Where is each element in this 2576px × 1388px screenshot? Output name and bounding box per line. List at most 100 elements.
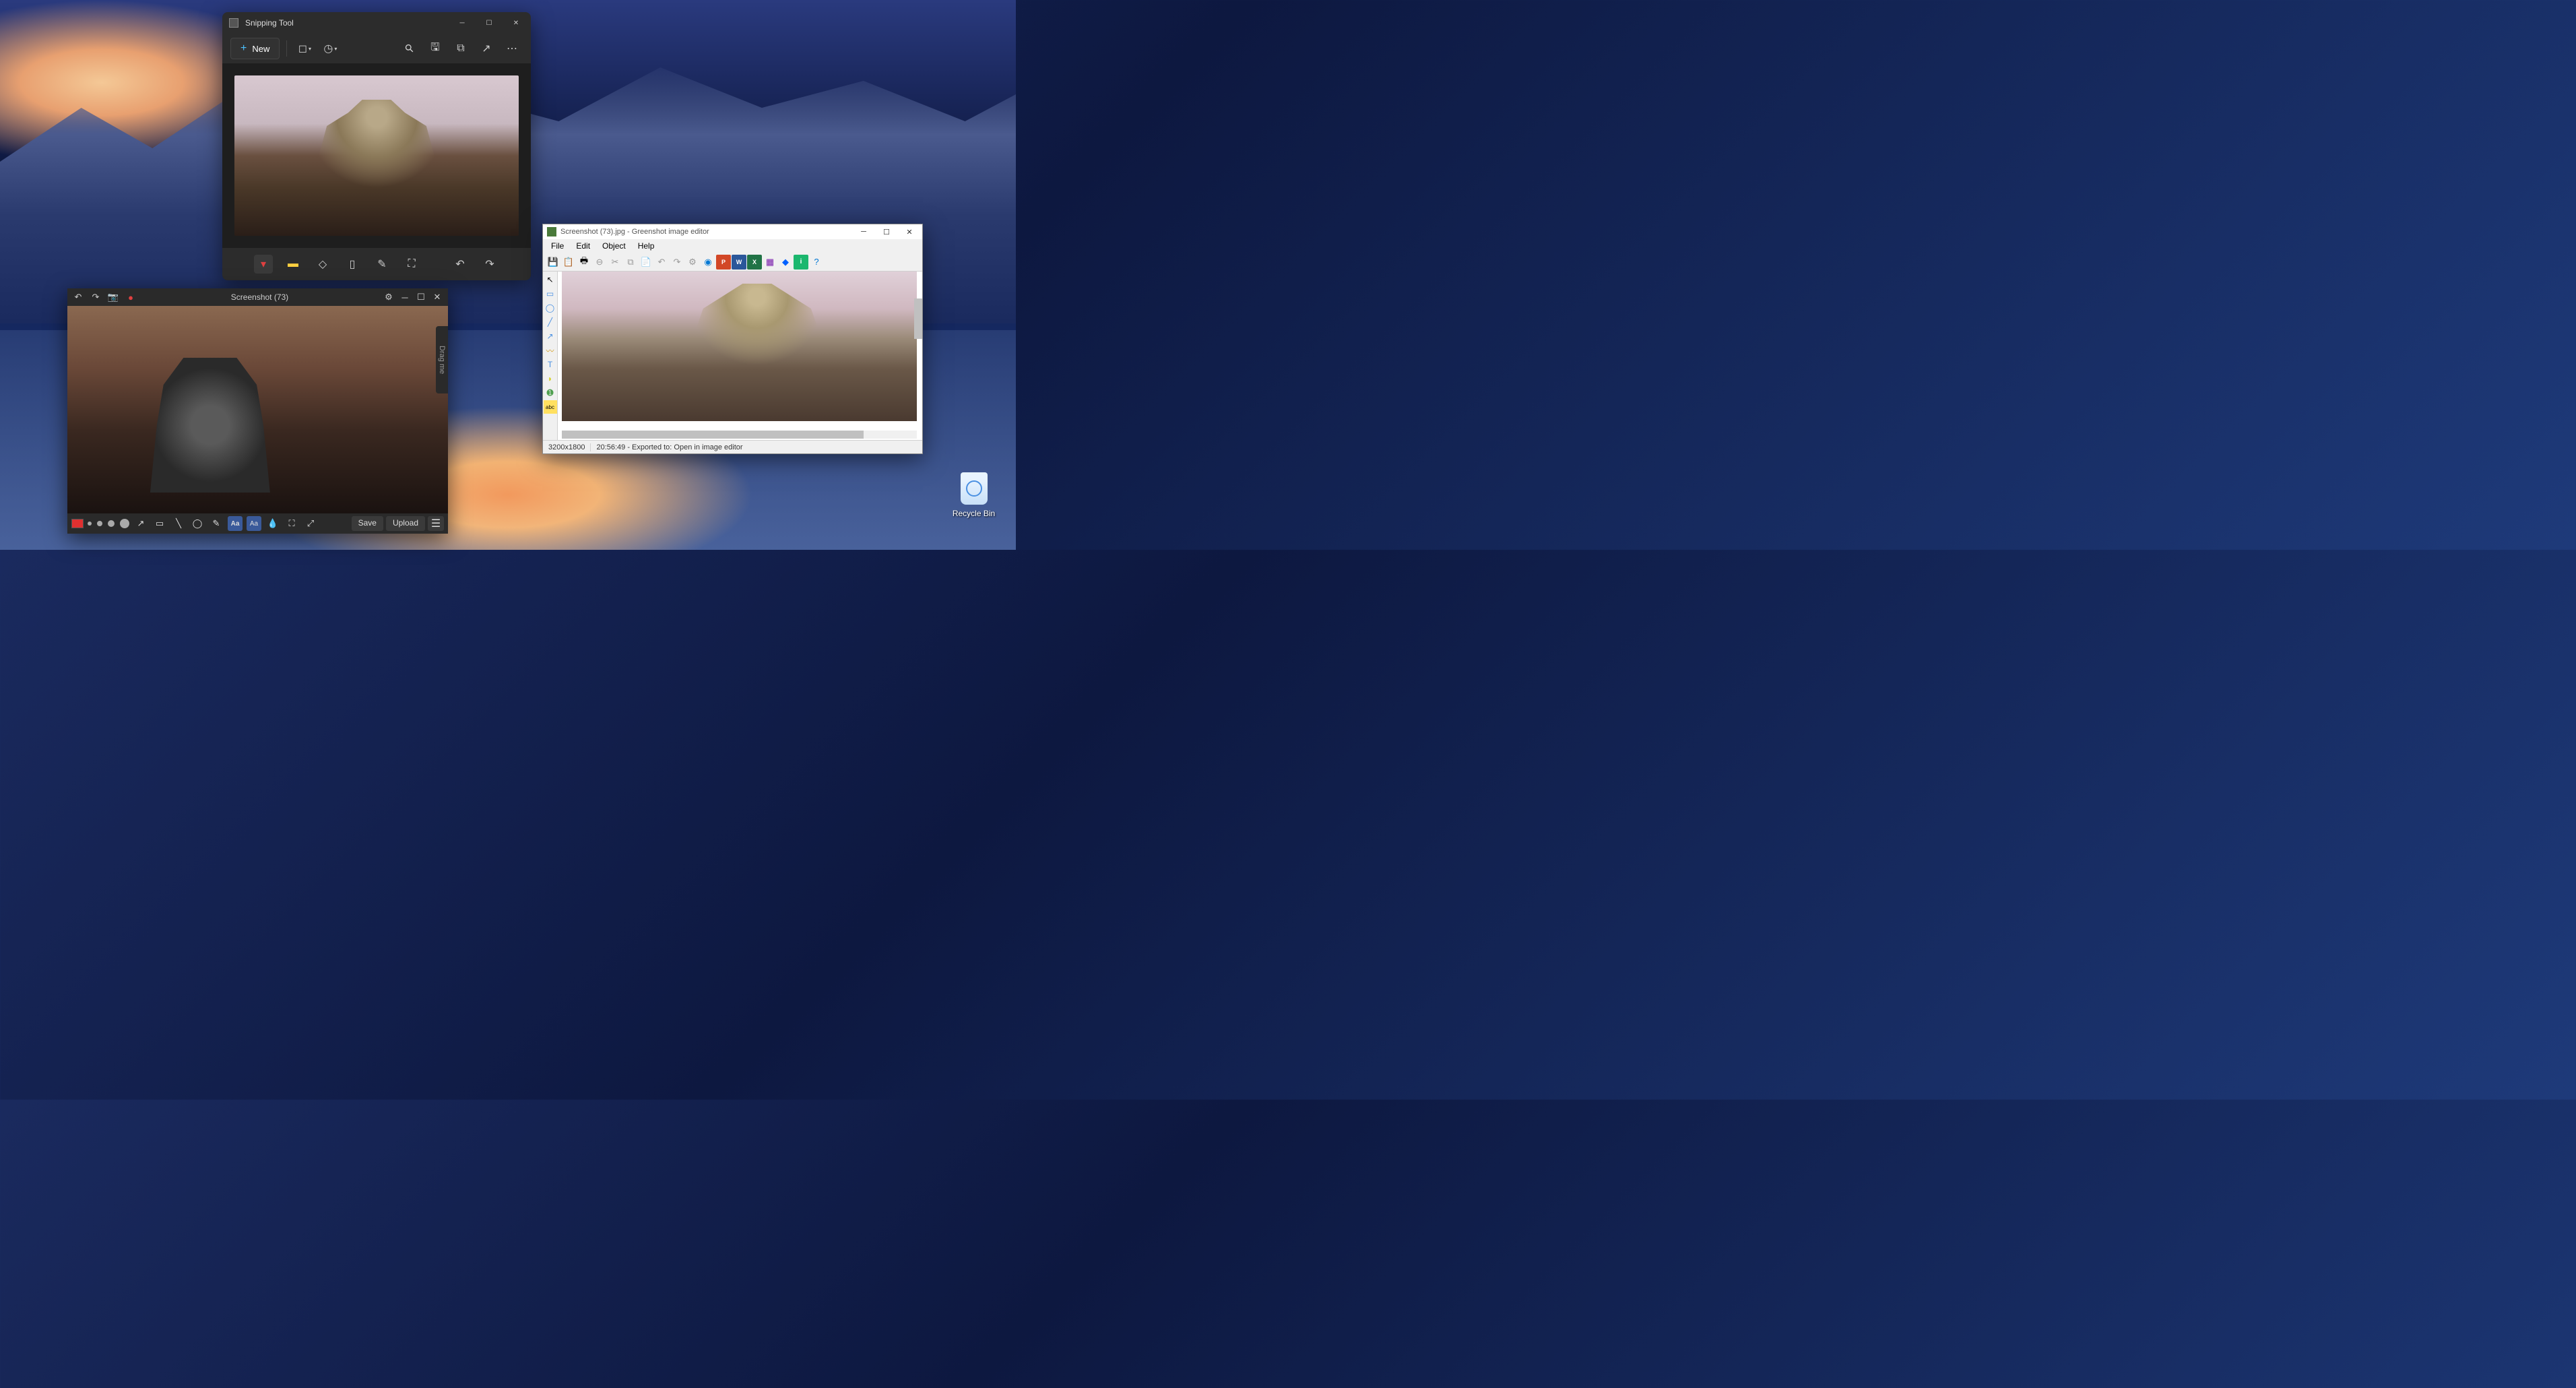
paste-icon[interactable]: 📄	[639, 255, 653, 270]
drag-handle[interactable]: Drag me	[436, 326, 448, 393]
crop-tool[interactable]: ⛶	[402, 255, 421, 274]
line-tool[interactable]: ╲	[171, 516, 186, 531]
upload-button[interactable]: Upload	[386, 516, 425, 531]
size-4[interactable]	[120, 519, 129, 528]
highlight-tool[interactable]: abc	[544, 400, 557, 414]
help-icon[interactable]: ?	[809, 255, 824, 270]
menu-object[interactable]: Object	[597, 240, 631, 252]
ellipse-tool[interactable]: ◯	[190, 516, 205, 531]
snipping-app-icon	[229, 18, 238, 28]
scrollbar-thumb[interactable]	[562, 431, 864, 439]
crop-tool[interactable]: ⛶	[284, 516, 299, 531]
undo-icon[interactable]: ↶	[654, 255, 669, 270]
save-icon[interactable]: 💾	[546, 255, 560, 270]
greenshot-app-icon	[547, 227, 556, 236]
minimize-button[interactable]: ─	[852, 225, 875, 239]
settings-icon[interactable]: ⚙	[685, 255, 700, 270]
onenote-icon[interactable]: ▦	[763, 255, 777, 270]
menu-button[interactable]: ☰	[428, 516, 444, 531]
sharex-bottom-toolbar: ↗ ▭ ╲ ◯ ✎ Aa Aa 💧 ⛶ ⤢ Save Upload ☰	[67, 513, 448, 534]
maximize-button[interactable]: ☐	[875, 225, 898, 239]
minimize-button[interactable]: ─	[397, 290, 413, 305]
save-button[interactable]: Save	[352, 516, 383, 531]
capture-button[interactable]: 📷	[105, 290, 121, 305]
zoom-button[interactable]	[399, 38, 420, 59]
greenshot-titlebar[interactable]: Screenshot (73).jpg - Greenshot image ed…	[543, 224, 922, 239]
close-button[interactable]: ✕	[503, 13, 529, 32]
resize-tool[interactable]: ⤢	[303, 516, 318, 531]
rect-tool[interactable]: ▭	[544, 287, 557, 301]
snipping-canvas[interactable]	[222, 63, 531, 248]
snipping-edit-toolbar: ▾ ▬ ◇ ▯ ✎ ⛶ ↶ ↷	[222, 248, 531, 280]
size-3[interactable]	[108, 520, 115, 527]
close-button[interactable]: ✕	[898, 225, 921, 239]
line-tool[interactable]: ╱	[544, 315, 557, 329]
ellipse-tool[interactable]: ◯	[544, 301, 557, 315]
text-tool[interactable]: T	[544, 358, 557, 371]
delay-button[interactable]: ◷▾	[319, 38, 341, 59]
redo-icon[interactable]: ↷	[670, 255, 684, 270]
close-button[interactable]: ✕	[429, 290, 445, 305]
menu-file[interactable]: File	[546, 240, 569, 252]
excel-icon[interactable]: X	[747, 255, 762, 270]
rect-tool[interactable]: ▭	[152, 516, 167, 531]
record-button[interactable]: ●	[123, 290, 139, 305]
counter-tool[interactable]: ➊	[544, 386, 557, 400]
settings-button[interactable]: ⚙	[381, 290, 397, 305]
cursor-tool[interactable]: ↖	[544, 273, 557, 286]
greenshot-title: Screenshot (73).jpg - Greenshot image ed…	[560, 228, 852, 236]
copy-button[interactable]: ⧉	[450, 38, 472, 59]
highlighter-tool[interactable]: ▬	[284, 255, 302, 274]
touch-tool[interactable]: ✎	[373, 255, 391, 274]
freehand-tool[interactable]: 〰	[544, 344, 557, 357]
word-icon[interactable]: W	[732, 255, 746, 270]
recycle-bin-icon	[961, 472, 988, 505]
pen-tool[interactable]: ▾	[254, 255, 273, 274]
undo-button[interactable]: ↶	[70, 290, 86, 305]
outlook-icon[interactable]: ◉	[701, 255, 715, 270]
dropbox-icon[interactable]: ◆	[778, 255, 793, 270]
snipping-tool-window: Snipping Tool ─ ☐ ✕ + New ◻▾ ◷▾ 🖫 ⧉ ↗ ⋯ …	[222, 12, 531, 280]
print-icon[interactable]: 🖶	[577, 255, 591, 270]
text-outline-tool[interactable]: Aa	[247, 516, 261, 531]
snipping-title: Snipping Tool	[245, 18, 449, 28]
sharex-titlebar[interactable]: ↶ ↷ 📷 ● Screenshot (73) ⚙ ─ ☐ ✕	[67, 288, 448, 306]
size-1[interactable]	[88, 522, 92, 526]
cut-icon[interactable]: ✂	[608, 255, 622, 270]
undo-button[interactable]: ↶	[451, 255, 470, 274]
color-swatch[interactable]	[71, 519, 84, 528]
speech-tool[interactable]: ◗	[544, 372, 557, 385]
greenshot-canvas[interactable]	[558, 272, 922, 440]
snip-mode-button[interactable]: ◻▾	[294, 38, 315, 59]
pencil-tool[interactable]: ✎	[209, 516, 224, 531]
maximize-button[interactable]: ☐	[413, 290, 429, 305]
arrow-tool[interactable]: ↗	[544, 329, 557, 343]
clipboard-icon[interactable]: 📋	[561, 255, 576, 270]
eraser-tool[interactable]: ◇	[313, 255, 332, 274]
snipping-titlebar[interactable]: Snipping Tool ─ ☐ ✕	[222, 12, 531, 34]
size-2[interactable]	[97, 521, 102, 526]
menu-edit[interactable]: Edit	[571, 240, 595, 252]
more-button[interactable]: ⋯	[501, 38, 523, 59]
screenshot-content	[562, 272, 917, 421]
delete-icon[interactable]: ⊖	[592, 255, 607, 270]
text-tool[interactable]: Aa	[228, 516, 243, 531]
minimize-button[interactable]: ─	[449, 13, 476, 32]
recycle-bin[interactable]: Recycle Bin	[948, 472, 999, 519]
share-button[interactable]: ↗	[476, 38, 497, 59]
sharex-canvas[interactable]: Drag me	[67, 306, 448, 513]
new-snip-button[interactable]: + New	[230, 38, 280, 59]
blur-tool[interactable]: 💧	[265, 516, 280, 531]
menu-help[interactable]: Help	[633, 240, 660, 252]
maximize-button[interactable]: ☐	[476, 13, 503, 32]
save-button[interactable]: 🖫	[424, 38, 446, 59]
imgur-icon[interactable]: i	[794, 255, 808, 270]
greenshot-body: ↖ ▭ ◯ ╱ ↗ 〰 T ◗ ➊ abc	[543, 272, 922, 440]
redo-button[interactable]: ↷	[480, 255, 499, 274]
vertical-scrollbar[interactable]	[914, 298, 922, 339]
powerpoint-icon[interactable]: P	[716, 255, 731, 270]
ruler-tool[interactable]: ▯	[343, 255, 362, 274]
copy-icon[interactable]: ⧉	[623, 255, 638, 270]
arrow-tool[interactable]: ↗	[133, 516, 148, 531]
redo-button[interactable]: ↷	[88, 290, 104, 305]
